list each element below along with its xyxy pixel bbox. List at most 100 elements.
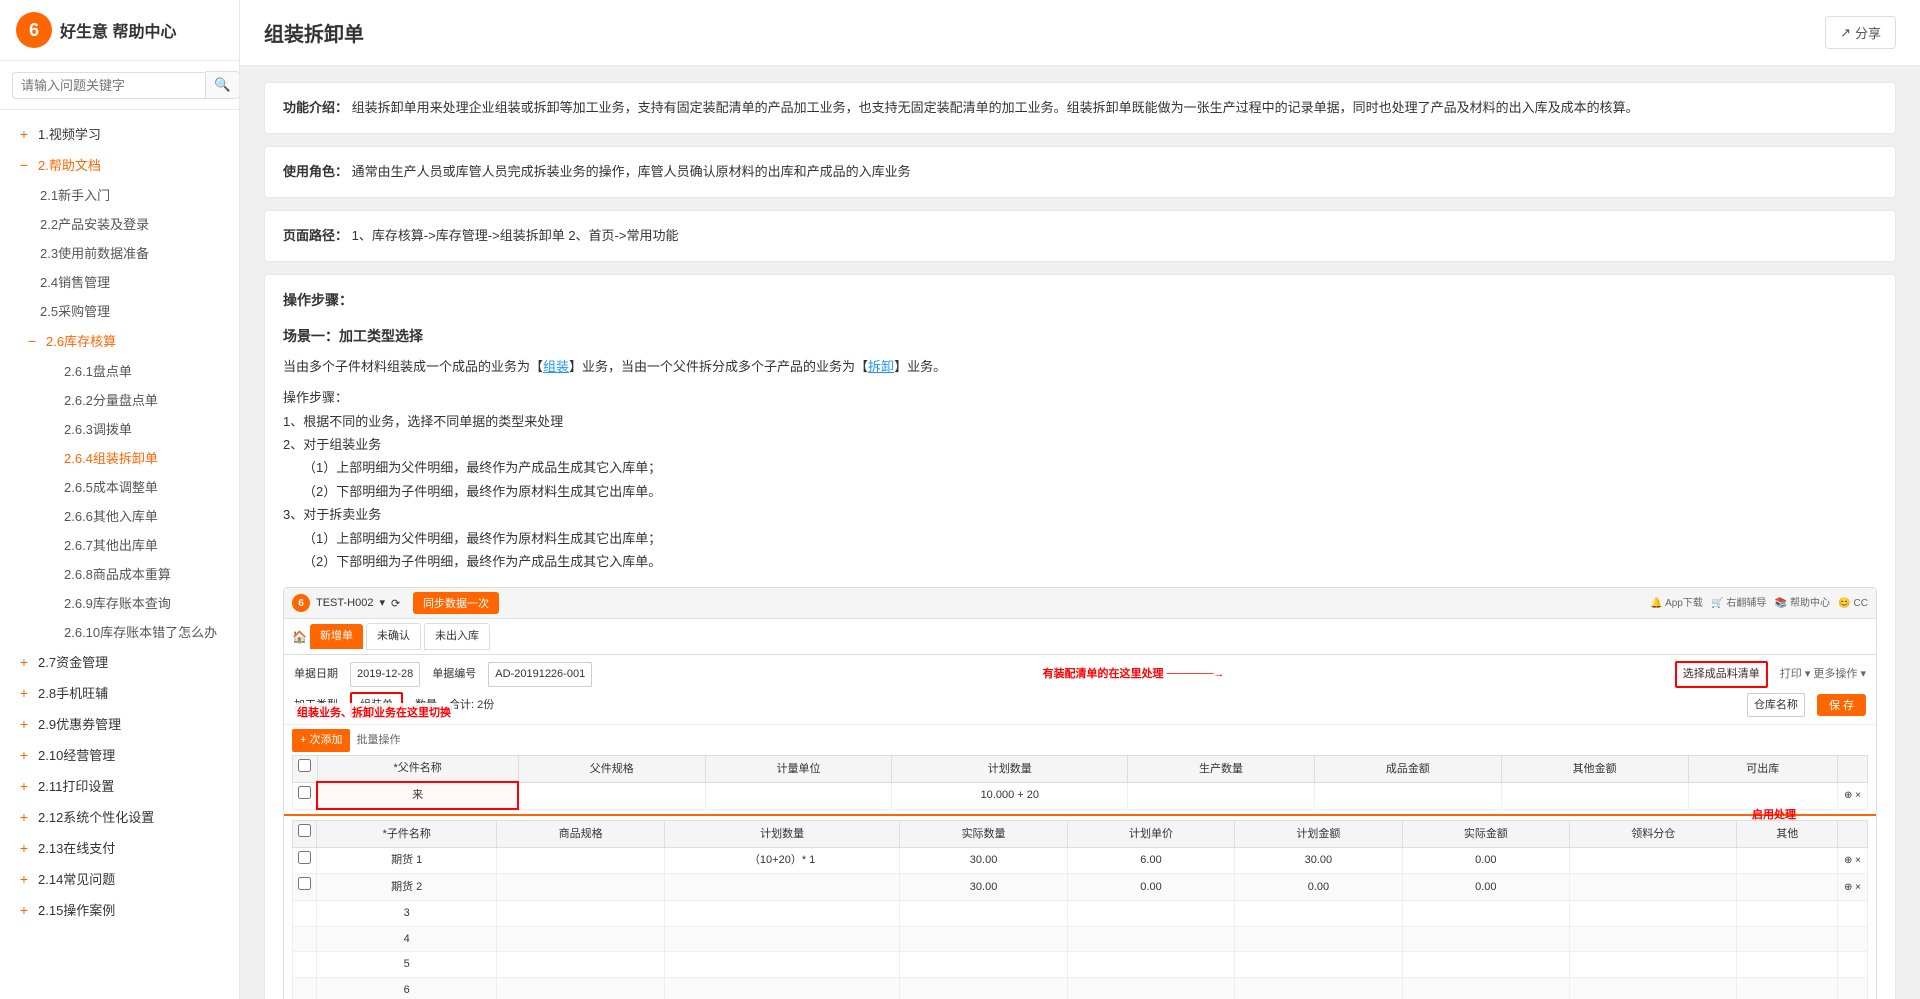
mock-col-parent-spec: 父件规格 (518, 756, 705, 783)
mock-child-subwh-col: 领料分仓 (1570, 821, 1737, 848)
mock-child-planqty-col: 计划数量 (664, 821, 899, 848)
search-icon: 🔍 (214, 77, 231, 92)
mock-topbar: 6 TEST-H002 ▾ ⟳ 同步数据一次 🔔 App下载 🛒 右翻辅导 📚 … (284, 588, 1876, 619)
role-text: 通常由生产人员或库管人员完成拆装业务的操作，库管人员确认原材料的出库和产成品的入… (352, 164, 911, 179)
search-button[interactable]: 🔍 (206, 71, 240, 99)
mock-parent-name-1: 来 (317, 782, 518, 809)
mock-child-planamt-2: 0.00 (1235, 874, 1402, 901)
sidebar-item-video[interactable]: + 1.视频学习 (0, 118, 239, 149)
sidebar-item-2.7[interactable]: + 2.7资金管理 (0, 646, 239, 677)
page-title: 组装拆卸单 (264, 18, 364, 47)
mock-child-realqty-1: 30.00 (900, 847, 1067, 874)
sidebar-item-2.9[interactable]: + 2.9优惠券管理 (0, 708, 239, 739)
sidebar-item-2.15[interactable]: + 2.15操作案例 (0, 894, 239, 925)
role-block: 使用角色： 通常由生产人员或库管人员完成拆装业务的操作，库管人员确认原材料的出库… (264, 146, 1896, 198)
mock-child-name-1: 期货 1 (317, 847, 497, 874)
mock-child-table-area: *子件名称 商品规格 计划数量 实际数量 计划单价 计划金额 实际金额 领料分仓… (284, 814, 1876, 999)
step3-sub1: （1）上部明细为父件明细，最终作为原材料生成其它出库单； (283, 527, 1877, 550)
search-bar: 🔍 (0, 61, 239, 110)
mock-sync-btn[interactable]: 同步数据一次 (413, 592, 499, 614)
mock-child-subwh-2 (1570, 874, 1737, 901)
sidebar-item-2.6.5[interactable]: 2.6.5成本调整单 (48, 472, 239, 501)
sidebar-item-2.5[interactable]: 2.5采购管理 (24, 296, 239, 325)
sidebar-item-label: 2.11打印设置 (38, 776, 114, 795)
mock-child-row-check-1[interactable] (298, 851, 311, 864)
sidebar-item-label: 2.帮助文档 (38, 155, 101, 174)
mock-child-name-2: 期货 2 (317, 874, 497, 901)
sidebar-item-2.6.6[interactable]: 2.6.6其他入库单 (48, 501, 239, 530)
main-content: 功能介绍： 组装拆卸单用来处理企业组装或拆卸等加工业务，支持有固定装配清单的产品… (240, 66, 1920, 999)
step2-sub1: （1）上部明细为父件明细，最终作为产成品生成其它入库单； (283, 456, 1877, 479)
mock-parent-table-area: + 次添加 批量操作 *父件名称 父件规格 计量单位 计划数量 (284, 725, 1876, 814)
mock-save-btn[interactable]: 保 存 (1817, 694, 1866, 716)
sidebar-item-2.6.10[interactable]: 2.6.10库存账本错了怎么办 (48, 617, 239, 646)
mock-col-parent-name: *父件名称 (317, 756, 518, 783)
mock-add-row-btn[interactable]: + 次添加 (292, 729, 350, 752)
mock-form-date-label: 单据日期 (294, 665, 338, 684)
mock-child-spec-2 (497, 874, 664, 901)
mock-child-row-check-2[interactable] (298, 877, 311, 890)
docs-children: 2.1新手入门 2.2产品安装及登录 2.3使用前数据准备 2.4销售管理 2.… (0, 180, 239, 646)
app-logo-small: 6 (292, 594, 310, 612)
nav-tree: + 1.视频学习 − 2.帮助文档 2.1新手入门 2.2产品安装及登录 2.3… (0, 110, 239, 999)
sidebar-item-2.4[interactable]: 2.4销售管理 (24, 267, 239, 296)
annotation-switch: 组装业务、拆卸业务在这里切换 (294, 703, 454, 724)
mock-tab-list[interactable]: 未确认 (366, 623, 421, 650)
mock-row-check[interactable] (298, 786, 311, 799)
plus-icon: + (16, 685, 32, 701)
share-button[interactable]: ↗ 分享 (1825, 16, 1896, 49)
sidebar-item-2.6[interactable]: − 2.6库存核算 2.6.1盘点单 2.6.2分量盘点单 2.6.3调拨单 2… (24, 325, 239, 646)
scenario1-desc: 当由多个子件材料组装成一个成品的业务为【组装】业务，当由一个父件拆分成多个子产品… (283, 355, 1877, 378)
scenario1-title: 场景一：加工类型选择 (283, 325, 1877, 349)
mock-child-table: *子件名称 商品规格 计划数量 实际数量 计划单价 计划金额 实际金额 领料分仓… (292, 820, 1868, 999)
sidebar-item-2.14[interactable]: + 2.14常见问题 (0, 863, 239, 894)
sidebar-item-2.1[interactable]: 2.1新手入门 (24, 180, 239, 209)
mock-child-row-6: 6 (293, 978, 1868, 999)
path-label: 页面路径： (283, 228, 348, 243)
sidebar-item-2.6.3[interactable]: 2.6.3调拨单 (48, 414, 239, 443)
mock-child-subwh-1 (1570, 847, 1737, 874)
function-intro-text: 组装拆卸单用来处理企业组装或拆卸等加工业务，支持有固定装配清单的产品加工业务，也… (352, 100, 1639, 115)
mock-check-all[interactable] (298, 759, 311, 772)
mock-child-realqty-col: 实际数量 (900, 821, 1067, 848)
mock-form-date: 2019-12-28 (350, 662, 420, 687)
sidebar-item-2.8[interactable]: + 2.8手机旺辅 (0, 677, 239, 708)
mock-col-prod-amt: 成品金额 (1314, 756, 1501, 783)
sidebar-item-2.11[interactable]: + 2.11打印设置 (0, 770, 239, 801)
sidebar-item-2.12[interactable]: + 2.12系统个性化设置 (0, 801, 239, 832)
app-name: 好生意 帮助中心 (60, 18, 176, 42)
sidebar-item-2.6.7[interactable]: 2.6.7其他出库单 (48, 530, 239, 559)
sidebar-item-label: 2.7资金管理 (38, 652, 108, 671)
sidebar-item-2.6.8[interactable]: 2.6.8商品成本重算 (48, 559, 239, 588)
sidebar-item-label: 2.8手机旺辅 (38, 683, 108, 702)
sidebar-item-2.2[interactable]: 2.2产品安装及登录 (24, 209, 239, 238)
mock-col-check (293, 756, 318, 783)
mock-child-row-3: 3 (293, 901, 1868, 927)
step2: 2、对于组装业务 (283, 433, 1877, 456)
sidebar-item-2.13[interactable]: + 2.13在线支付 (0, 832, 239, 863)
mock-col-out: 可出库 (1688, 756, 1838, 783)
mock-col-unit: 计量单位 (705, 756, 892, 783)
step3-sub2: （2）下部明细为子件明细，最终作为产成品生成其它入库单。 (283, 550, 1877, 573)
mock-parent-plan-1: 10.000 + 20 (892, 782, 1128, 809)
sidebar-item-2.10[interactable]: + 2.10经营管理 (0, 739, 239, 770)
annotation-assembly: 有装配清单的在这里处理 ──────→ (604, 665, 1663, 684)
sidebar-item-label: 2.15操作案例 (38, 900, 115, 919)
mock-parent-oamt-1 (1501, 782, 1688, 809)
mock-col-plan-qty: 计划数量 (892, 756, 1128, 783)
sidebar-item-2.6.4[interactable]: 2.6.4组装拆卸单 (48, 443, 239, 472)
mock-tab-unstock[interactable]: 未出入库 (424, 623, 490, 650)
mock-tab-new[interactable]: 新增单 (310, 624, 363, 649)
sidebar-item-2.6.1[interactable]: 2.6.1盘点单 (48, 356, 239, 385)
mock-parent-prodamt-1 (1314, 782, 1501, 809)
sidebar: 6 好生意 帮助中心 🔍 + 1.视频学习 − 2.帮助文档 2.1新手入门 2… (0, 0, 240, 999)
mock-child-check-all[interactable] (298, 824, 311, 837)
mock-child-ops-col (1838, 821, 1868, 848)
sidebar-item-2.3[interactable]: 2.3使用前数据准备 (24, 238, 239, 267)
sidebar-item-2.6.9[interactable]: 2.6.9库存账本查询 (48, 588, 239, 617)
search-input[interactable] (12, 72, 206, 99)
sidebar-item-2.6.2[interactable]: 2.6.2分量盘点单 (48, 385, 239, 414)
mock-col-ops (1838, 756, 1868, 783)
sidebar-item-docs[interactable]: − 2.帮助文档 2.1新手入门 2.2产品安装及登录 2.3使用前数据准备 2… (0, 149, 239, 646)
mock-refresh-icon: ⟳ (391, 595, 407, 611)
